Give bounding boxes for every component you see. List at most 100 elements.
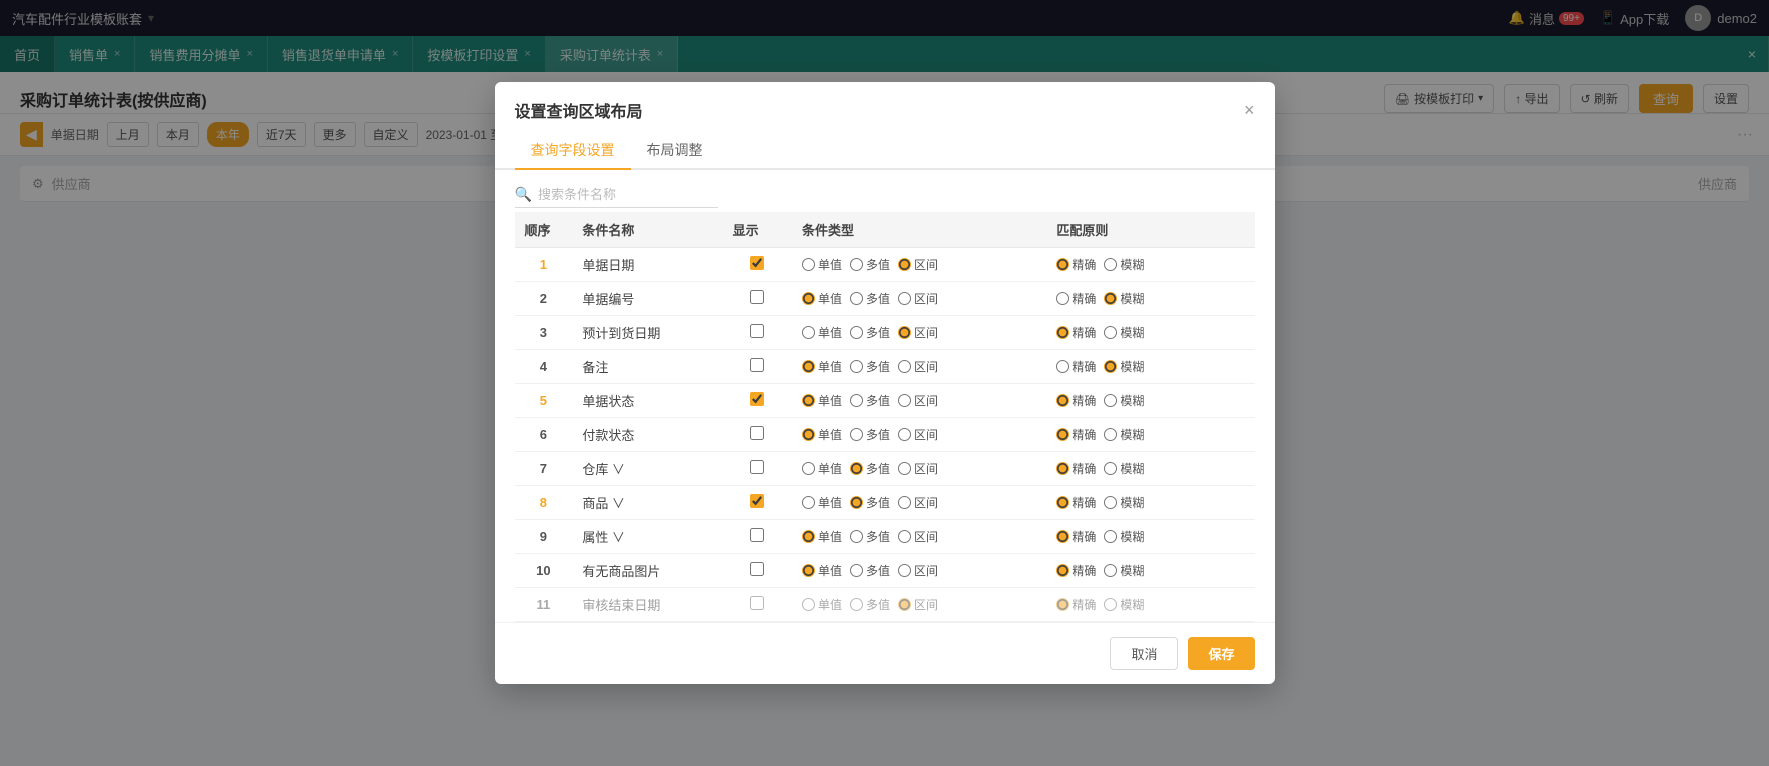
type-option-单值-1[interactable]: 单值 (802, 290, 842, 307)
show-checkbox-10[interactable] (750, 596, 764, 610)
match-option-精确-4[interactable]: 精确 (1056, 392, 1096, 409)
type-option-多值-1[interactable]: 多值 (850, 290, 890, 307)
search-box: 🔍 (515, 182, 718, 208)
type-option-区间-6[interactable]: 区间 (898, 460, 938, 477)
match-option-精确-9[interactable]: 精确 (1056, 562, 1096, 579)
type-option-单值-4[interactable]: 单值 (802, 392, 842, 409)
type-option-区间-7[interactable]: 区间 (898, 494, 938, 511)
type-option-单值-7[interactable]: 单值 (802, 494, 842, 511)
row-show-4[interactable] (723, 384, 792, 418)
type-option-单值-8[interactable]: 单值 (802, 528, 842, 545)
type-option-多值-0[interactable]: 多值 (850, 256, 890, 273)
row-show-6[interactable] (723, 452, 792, 486)
row-order-5: 6 (515, 418, 573, 452)
row-show-10[interactable] (723, 588, 792, 622)
row-show-9[interactable] (723, 554, 792, 588)
row-match-1: 精确模糊 (1046, 282, 1254, 316)
row-order-7: 8 (515, 486, 573, 520)
modal-close-button[interactable]: × (1244, 100, 1255, 121)
show-checkbox-0[interactable] (750, 256, 764, 270)
modal-footer: 取消 保存 (495, 622, 1275, 684)
match-option-精确-5[interactable]: 精确 (1056, 426, 1096, 443)
row-show-5[interactable] (723, 418, 792, 452)
type-option-多值-5[interactable]: 多值 (850, 426, 890, 443)
table-row: 11审核结束日期单值多值区间精确模糊 (515, 588, 1255, 622)
match-option-模糊-4[interactable]: 模糊 (1104, 392, 1144, 409)
match-option-精确-1[interactable]: 精确 (1056, 290, 1096, 307)
match-option-精确-2[interactable]: 精确 (1056, 324, 1096, 341)
show-checkbox-9[interactable] (750, 562, 764, 576)
match-option-精确-3[interactable]: 精确 (1056, 358, 1096, 375)
modal-overlay[interactable]: 设置查询区域布局 × 查询字段设置 布局调整 🔍 顺序 (0, 0, 1769, 766)
type-option-区间-0[interactable]: 区间 (898, 256, 938, 273)
row-show-8[interactable] (723, 520, 792, 554)
match-option-模糊-1[interactable]: 模糊 (1104, 290, 1144, 307)
row-name-7: 商品 ∨ (572, 486, 722, 520)
match-option-模糊-8[interactable]: 模糊 (1104, 528, 1144, 545)
type-option-多值-3[interactable]: 多值 (850, 358, 890, 375)
type-option-单值-9[interactable]: 单值 (802, 562, 842, 579)
type-option-多值-2[interactable]: 多值 (850, 324, 890, 341)
conditions-table: 顺序 条件名称 显示 条件类型 匹配原则 1单据日期单值多值区间精确模糊2单据编… (515, 212, 1255, 622)
row-show-3[interactable] (723, 350, 792, 384)
match-option-模糊-6[interactable]: 模糊 (1104, 460, 1144, 477)
show-checkbox-2[interactable] (750, 324, 764, 338)
show-checkbox-8[interactable] (750, 528, 764, 542)
type-option-单值-3[interactable]: 单值 (802, 358, 842, 375)
match-option-精确-8[interactable]: 精确 (1056, 528, 1096, 545)
type-option-多值-8[interactable]: 多值 (850, 528, 890, 545)
type-option-区间-4[interactable]: 区间 (898, 392, 938, 409)
type-option-多值-10[interactable]: 多值 (850, 596, 890, 613)
match-option-模糊-7[interactable]: 模糊 (1104, 494, 1144, 511)
show-checkbox-3[interactable] (750, 358, 764, 372)
show-checkbox-6[interactable] (750, 460, 764, 474)
tab-layout-adjust[interactable]: 布局调整 (631, 132, 719, 170)
show-checkbox-1[interactable] (750, 290, 764, 304)
type-option-单值-0[interactable]: 单值 (802, 256, 842, 273)
th-show: 显示 (723, 212, 792, 248)
row-type-0: 单值多值区间 (792, 248, 1046, 282)
search-input[interactable] (538, 187, 718, 202)
match-option-模糊-3[interactable]: 模糊 (1104, 358, 1144, 375)
show-checkbox-7[interactable] (750, 494, 764, 508)
type-option-区间-5[interactable]: 区间 (898, 426, 938, 443)
type-option-区间-1[interactable]: 区间 (898, 290, 938, 307)
type-option-单值-5[interactable]: 单值 (802, 426, 842, 443)
row-show-0[interactable] (723, 248, 792, 282)
row-show-1[interactable] (723, 282, 792, 316)
match-option-模糊-2[interactable]: 模糊 (1104, 324, 1144, 341)
tab-field-settings[interactable]: 查询字段设置 (515, 132, 631, 170)
show-checkbox-4[interactable] (750, 392, 764, 406)
type-option-区间-10[interactable]: 区间 (898, 596, 938, 613)
row-match-8: 精确模糊 (1046, 520, 1254, 554)
match-option-模糊-5[interactable]: 模糊 (1104, 426, 1144, 443)
save-button[interactable]: 保存 (1188, 637, 1254, 670)
match-option-模糊-9[interactable]: 模糊 (1104, 562, 1144, 579)
type-option-区间-3[interactable]: 区间 (898, 358, 938, 375)
type-option-多值-6[interactable]: 多值 (850, 460, 890, 477)
match-option-精确-6[interactable]: 精确 (1056, 460, 1096, 477)
type-option-单值-2[interactable]: 单值 (802, 324, 842, 341)
row-order-2: 3 (515, 316, 573, 350)
type-option-区间-9[interactable]: 区间 (898, 562, 938, 579)
match-option-模糊-10[interactable]: 模糊 (1104, 596, 1144, 613)
match-option-精确-7[interactable]: 精确 (1056, 494, 1096, 511)
type-option-区间-2[interactable]: 区间 (898, 324, 938, 341)
match-option-精确-0[interactable]: 精确 (1056, 256, 1096, 273)
type-option-多值-9[interactable]: 多值 (850, 562, 890, 579)
show-checkbox-5[interactable] (750, 426, 764, 440)
type-option-单值-10[interactable]: 单值 (802, 596, 842, 613)
type-option-多值-7[interactable]: 多值 (850, 494, 890, 511)
match-option-模糊-0[interactable]: 模糊 (1104, 256, 1144, 273)
type-option-区间-8[interactable]: 区间 (898, 528, 938, 545)
match-option-精确-10[interactable]: 精确 (1056, 596, 1096, 613)
row-order-4: 5 (515, 384, 573, 418)
modal-tabs: 查询字段设置 布局调整 (495, 132, 1275, 170)
row-show-7[interactable] (723, 486, 792, 520)
type-option-单值-6[interactable]: 单值 (802, 460, 842, 477)
row-match-6: 精确模糊 (1046, 452, 1254, 486)
cancel-button[interactable]: 取消 (1110, 637, 1178, 670)
row-show-2[interactable] (723, 316, 792, 350)
th-name: 条件名称 (572, 212, 722, 248)
type-option-多值-4[interactable]: 多值 (850, 392, 890, 409)
